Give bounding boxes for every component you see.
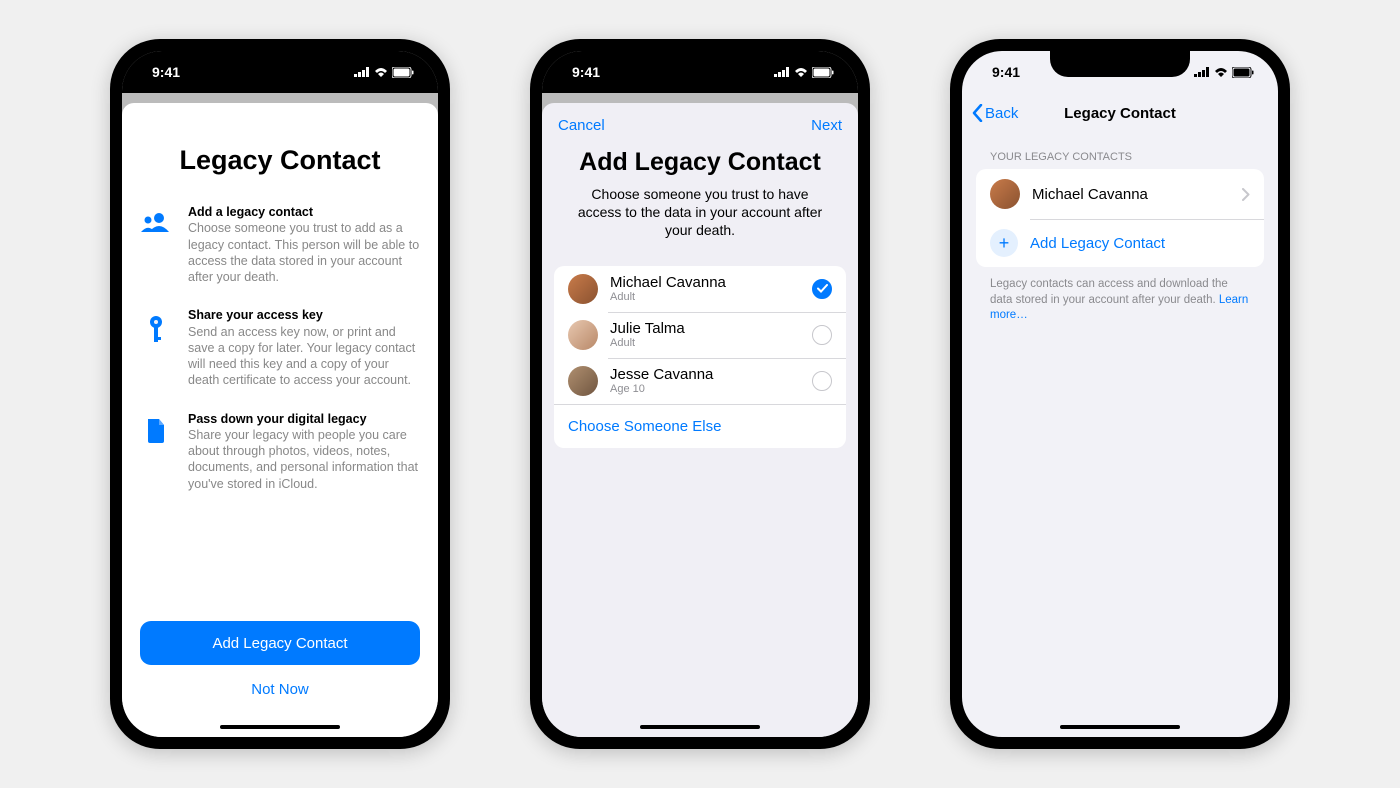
home-indicator[interactable] — [1060, 725, 1180, 729]
notch — [1050, 51, 1190, 77]
contact-name: Michael Cavanna — [1032, 186, 1230, 203]
section-header: YOUR LEGACY CONTACTS — [962, 133, 1278, 169]
back-button[interactable]: Back — [972, 104, 1018, 122]
battery-icon — [812, 67, 834, 78]
contact-subtitle: Adult — [610, 291, 800, 303]
page-title: Add Legacy Contact — [558, 148, 842, 177]
phone-contacts-list-screen: 9:41 Back Legacy Contact YOUR LEGACY CON… — [950, 39, 1290, 749]
status-icons — [1194, 67, 1254, 78]
feature-desc: Share your legacy with people you care a… — [188, 427, 420, 492]
contact-subtitle: Age 10 — [610, 383, 800, 395]
nav-title: Legacy Contact — [1064, 105, 1176, 122]
page-subtitle: Choose someone you trust to have access … — [542, 185, 858, 240]
contact-name: Julie Talma — [610, 320, 800, 337]
feature-desc: Choose someone you trust to add as a leg… — [188, 220, 420, 285]
notch — [630, 51, 770, 77]
wifi-icon — [1214, 67, 1228, 77]
radio-unselected[interactable] — [812, 325, 832, 345]
not-now-button[interactable]: Not Now — [140, 669, 420, 709]
key-icon — [140, 307, 172, 388]
feature-add-contact: Add a legacy contact Choose someone you … — [140, 204, 420, 285]
status-time: 9:41 — [572, 64, 600, 80]
battery-icon — [392, 67, 414, 78]
intro-sheet: Legacy Contact Add a legacy contact Choo… — [122, 103, 438, 737]
chevron-left-icon — [972, 104, 983, 122]
contact-name: Michael Cavanna — [610, 274, 800, 291]
feature-title: Pass down your digital legacy — [188, 411, 420, 427]
add-legacy-contact-row[interactable]: + Add Legacy Contact — [976, 219, 1264, 267]
status-icons — [774, 67, 834, 78]
status-time: 9:41 — [152, 64, 180, 80]
contact-row[interactable]: Jesse Cavanna Age 10 — [554, 358, 846, 404]
feature-title: Add a legacy contact — [188, 204, 420, 220]
radio-selected[interactable] — [812, 279, 832, 299]
home-indicator[interactable] — [220, 725, 340, 729]
cellular-icon — [1194, 67, 1210, 77]
feature-access-key: Share your access key Send an access key… — [140, 307, 420, 388]
choose-someone-else-button[interactable]: Choose Someone Else — [554, 404, 846, 448]
contact-row[interactable]: Michael Cavanna Adult — [554, 266, 846, 312]
avatar — [568, 320, 598, 350]
feature-digital-legacy: Pass down your digital legacy Share your… — [140, 411, 420, 492]
radio-unselected[interactable] — [812, 371, 832, 391]
add-legacy-contact-button[interactable]: Add Legacy Contact — [140, 621, 420, 665]
plus-icon: + — [990, 229, 1018, 257]
status-time: 9:41 — [992, 64, 1020, 80]
select-contact-sheet: Cancel Next Add Legacy Contact Choose so… — [542, 103, 858, 737]
phone-select-contact-screen: 9:41 Cancel Next Add Legacy Contact Choo… — [530, 39, 870, 749]
nav-bar: Back Legacy Contact — [962, 93, 1278, 133]
status-icons — [354, 67, 414, 78]
people-icon — [140, 204, 172, 285]
chevron-right-icon — [1242, 188, 1250, 201]
avatar — [568, 366, 598, 396]
contact-subtitle: Adult — [610, 337, 800, 349]
phone-intro-screen: 9:41 Legacy Contact Add a legacy contact… — [110, 39, 450, 749]
wifi-icon — [374, 67, 388, 77]
avatar — [990, 179, 1020, 209]
add-label: Add Legacy Contact — [1030, 235, 1250, 252]
legacy-contact-row[interactable]: Michael Cavanna — [976, 169, 1264, 219]
battery-icon — [1232, 67, 1254, 78]
cellular-icon — [774, 67, 790, 77]
feature-title: Share your access key — [188, 307, 420, 323]
feature-desc: Send an access key now, or print and sav… — [188, 324, 420, 389]
home-indicator[interactable] — [640, 725, 760, 729]
footer-text: Legacy contacts can access and download … — [962, 267, 1278, 334]
notch — [210, 51, 350, 77]
cancel-button[interactable]: Cancel — [558, 117, 605, 134]
contact-name: Jesse Cavanna — [610, 366, 800, 383]
legacy-contacts-list: Michael Cavanna + Add Legacy Contact — [976, 169, 1264, 267]
next-button[interactable]: Next — [811, 117, 842, 134]
cellular-icon — [354, 67, 370, 77]
avatar — [568, 274, 598, 304]
contact-row[interactable]: Julie Talma Adult — [554, 312, 846, 358]
document-icon — [140, 411, 172, 492]
contact-list: Michael Cavanna Adult Julie Talma Adult — [554, 266, 846, 448]
wifi-icon — [794, 67, 808, 77]
page-title: Legacy Contact — [140, 145, 420, 176]
back-label: Back — [985, 105, 1018, 122]
